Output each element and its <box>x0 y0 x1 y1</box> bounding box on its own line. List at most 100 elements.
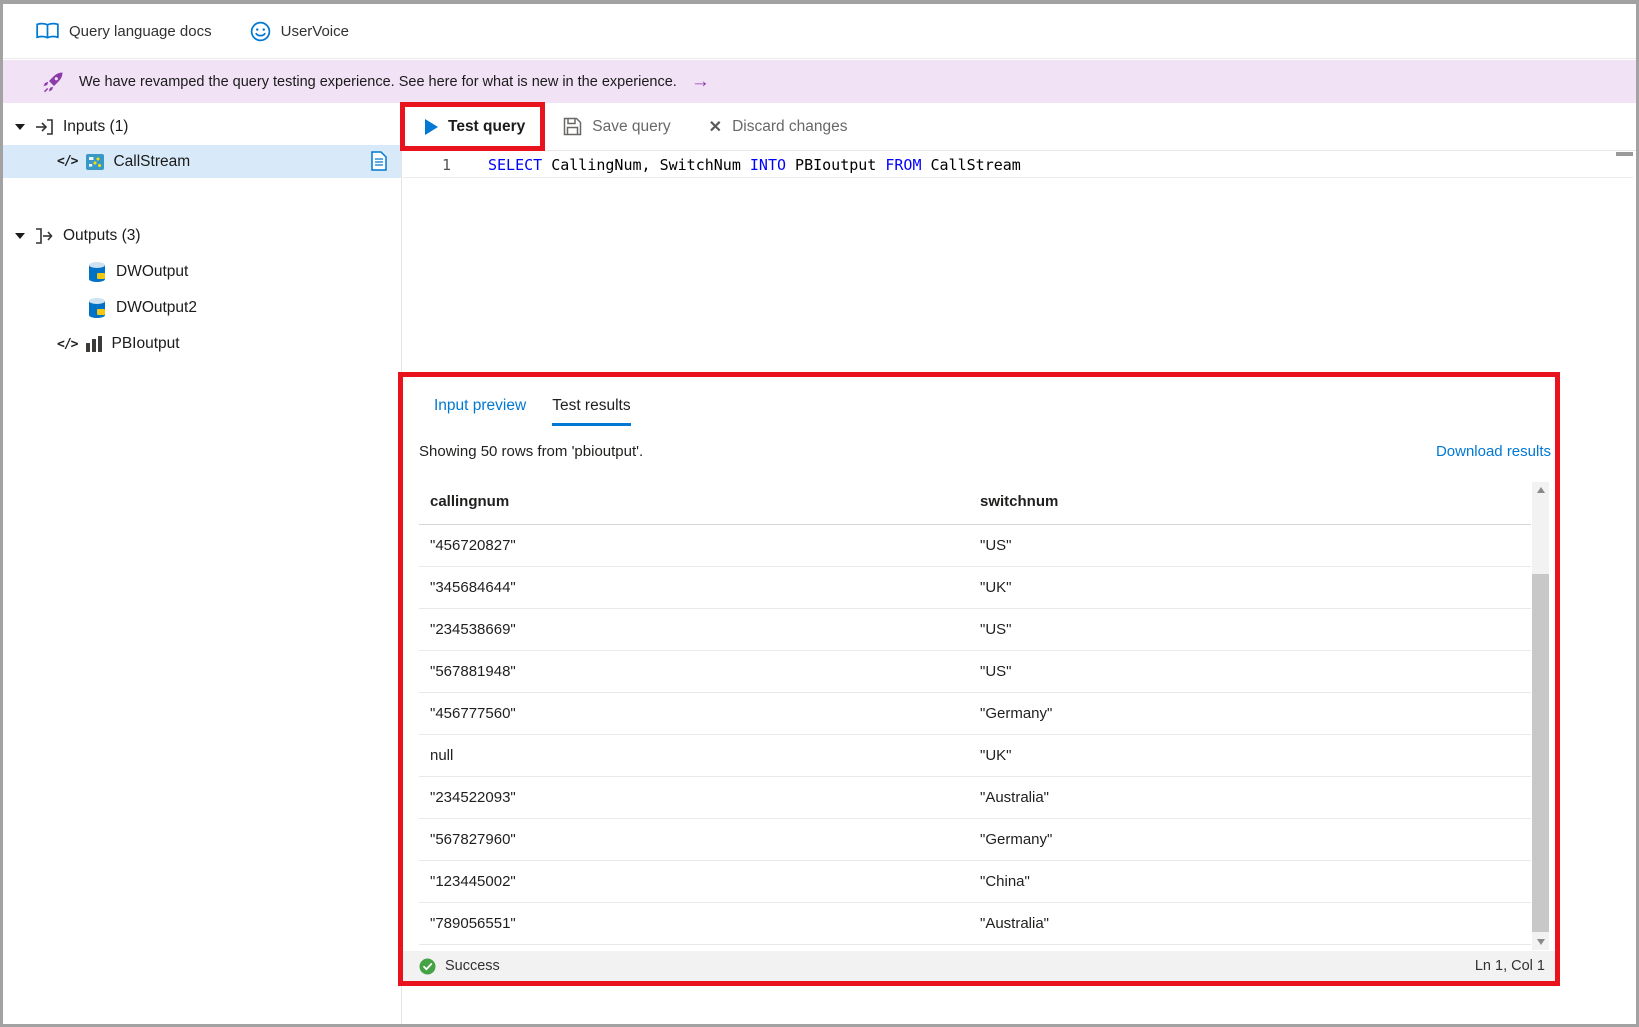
io-sidebar: Inputs (1) </> CallStream Outputs (3) <box>3 103 402 1024</box>
tab-test-results[interactable]: Test results <box>552 397 630 426</box>
tab-input-preview[interactable]: Input preview <box>434 397 526 426</box>
save-query-button[interactable]: Save query <box>563 117 670 136</box>
cell-callingnum: "456777560" <box>419 692 969 734</box>
cell-switchnum: "US" <box>969 608 1531 650</box>
table-row: "123445002" "China" <box>419 860 1531 902</box>
results-table-header: callingnum switchnum <box>419 480 1531 524</box>
cell-callingnum: "456720827" <box>419 524 969 566</box>
table-row: "456777560" "Germany" <box>419 692 1531 734</box>
results-meta-row: Showing 50 rows from 'pbioutput'. Downlo… <box>419 443 1551 460</box>
smiley-icon <box>250 21 271 42</box>
stream-analytics-query-page: Query language docs UserVoice We have re… <box>0 0 1639 1027</box>
dwoutput-label: DWOutput <box>116 263 188 281</box>
outputs-header-label: Outputs (3) <box>63 227 141 245</box>
sql-keyword: FROM <box>885 156 921 174</box>
discard-changes-label: Discard changes <box>732 118 847 136</box>
editor-scrollbar-thumb[interactable] <box>1616 152 1633 156</box>
code-brackets-icon: </> <box>57 337 77 352</box>
inputs-header-label: Inputs (1) <box>63 118 128 136</box>
cell-switchnum: "UK" <box>969 734 1531 776</box>
code-line-1: 1 SELECT CallingNum, SwitchNum INTO PBIo… <box>403 152 1633 178</box>
scrollbar-down-arrow[interactable] <box>1532 934 1549 950</box>
cell-switchnum: "Germany" <box>969 692 1531 734</box>
play-icon <box>425 119 438 135</box>
sql-text: CallStream <box>922 156 1021 174</box>
table-row: "789056551" "Australia" <box>419 902 1531 944</box>
query-language-docs-link[interactable]: Query language docs <box>36 22 212 40</box>
results-scrollbar[interactable] <box>1532 482 1549 950</box>
cell-callingnum: "345684644" <box>419 566 969 608</box>
inputs-section-header[interactable]: Inputs (1) <box>3 109 401 145</box>
input-icon <box>35 119 53 135</box>
results-table: callingnum switchnum "456720827" "US" "3… <box>419 480 1531 945</box>
cell-switchnum: "Germany" <box>969 818 1531 860</box>
cell-callingnum: "234538669" <box>419 608 969 650</box>
document-preview-icon[interactable] <box>371 151 387 171</box>
sql-keyword: SELECT <box>488 156 542 174</box>
cell-switchnum: "US" <box>969 650 1531 692</box>
line-number: 1 <box>403 156 451 174</box>
cursor-position: Ln 1, Col 1 <box>1475 958 1545 974</box>
results-panel: Input preview Test results Showing 50 ro… <box>398 372 1560 986</box>
callstream-label: CallStream <box>113 153 190 171</box>
save-query-label: Save query <box>592 118 670 136</box>
sql-database-icon <box>87 297 107 319</box>
query-toolbar: Test query Save query ✕ Discard changes <box>403 103 1636 151</box>
sidebar-item-dwoutput2[interactable]: DWOutput2 <box>3 290 401 326</box>
output-icon <box>35 228 53 244</box>
table-row: "567881948" "US" <box>419 650 1531 692</box>
close-icon: ✕ <box>709 117 722 137</box>
save-icon <box>563 117 582 136</box>
outputs-section-header[interactable]: Outputs (3) <box>3 218 401 254</box>
test-query-button[interactable]: Test query <box>425 118 525 136</box>
banner-arrow-link[interactable]: → <box>691 72 710 91</box>
sql-text: PBIoutput <box>786 156 885 174</box>
results-status-bar: Success Ln 1, Col 1 <box>403 951 1555 981</box>
chevron-down-icon <box>15 124 25 130</box>
uservoice-label: UserVoice <box>281 23 349 40</box>
triangle-up-icon <box>1537 487 1545 493</box>
discard-changes-button[interactable]: ✕ Discard changes <box>709 117 848 137</box>
banner-message: We have revamped the query testing exper… <box>79 74 677 90</box>
sidebar-spacer <box>3 178 401 218</box>
cell-switchnum: "US" <box>969 524 1531 566</box>
table-row: "234522093" "Australia" <box>419 776 1531 818</box>
query-code: SELECT CallingNum, SwitchNum INTO PBIout… <box>451 156 1021 174</box>
results-tabs: Input preview Test results <box>434 397 631 426</box>
results-table-body: "456720827" "US" "345684644" "UK" "23453… <box>419 524 1531 944</box>
showing-rows-text: Showing 50 rows from 'pbioutput'. <box>419 443 643 460</box>
code-brackets-icon: </> <box>57 154 77 169</box>
query-editor[interactable]: 1 SELECT CallingNum, SwitchNum INTO PBIo… <box>403 152 1633 372</box>
scrollbar-up-arrow[interactable] <box>1532 482 1549 498</box>
cell-callingnum: "123445002" <box>419 860 969 902</box>
success-check-icon <box>419 958 436 975</box>
uservoice-link[interactable]: UserVoice <box>250 21 349 42</box>
sql-database-icon <box>87 261 107 283</box>
status-badge: Success <box>445 958 500 974</box>
test-query-label: Test query <box>448 118 525 136</box>
dwoutput2-label: DWOutput2 <box>116 299 197 317</box>
cell-callingnum: "234522093" <box>419 776 969 818</box>
table-row: "567827960" "Germany" <box>419 818 1531 860</box>
column-header-switchnum: switchnum <box>969 480 1531 524</box>
table-row: "234538669" "US" <box>419 608 1531 650</box>
column-header-callingnum: callingnum <box>419 480 969 524</box>
sidebar-item-pbioutput[interactable]: </> PBIoutput <box>3 326 401 362</box>
sidebar-item-dwoutput[interactable]: DWOutput <box>3 254 401 290</box>
announcement-banner: We have revamped the query testing exper… <box>3 60 1636 103</box>
download-results-link[interactable]: Download results <box>1436 443 1551 460</box>
cell-switchnum: "Australia" <box>969 902 1531 944</box>
sql-keyword: INTO <box>750 156 786 174</box>
sql-text: CallingNum, SwitchNum <box>542 156 750 174</box>
pbioutput-label: PBIoutput <box>111 335 179 353</box>
chevron-down-icon <box>15 233 25 239</box>
event-hub-icon <box>85 152 105 172</box>
topbar: Query language docs UserVoice <box>3 4 1636 59</box>
scrollbar-thumb[interactable] <box>1532 574 1549 932</box>
cell-callingnum: "567881948" <box>419 650 969 692</box>
triangle-down-icon <box>1537 939 1545 945</box>
power-bi-icon <box>85 335 103 353</box>
sidebar-item-callstream[interactable]: </> CallStream <box>3 145 401 178</box>
table-row: null "UK" <box>419 734 1531 776</box>
cell-callingnum: null <box>419 734 969 776</box>
